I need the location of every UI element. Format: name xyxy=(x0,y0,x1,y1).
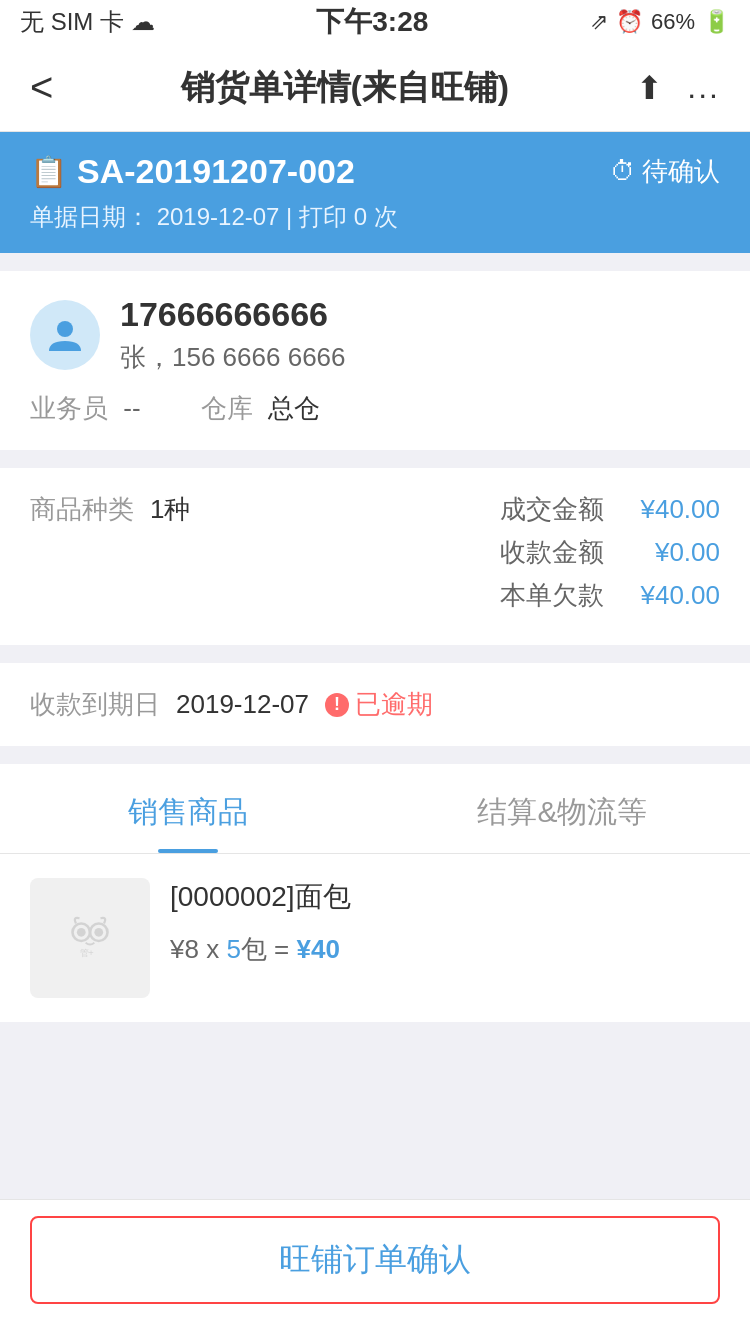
order-banner: 📋 SA-20191207-002 ⏱ 待确认 单据日期： 2019-12-07… xyxy=(0,132,750,253)
customer-info: 17666666666 张，156 6666 6666 xyxy=(120,295,346,375)
overdue-text: 已逾期 xyxy=(355,687,433,722)
amount-summary: 成交金额 ¥40.00 收款金额 ¥0.00 本单欠款 ¥40.00 xyxy=(500,492,720,621)
nav-bar: < 销货单详情(来自旺铺) ⬆ ... xyxy=(0,44,750,132)
status-time: 下午3:28 xyxy=(316,3,428,41)
order-banner-top: 📋 SA-20191207-002 ⏱ 待确认 xyxy=(30,152,720,191)
owed-amount-value: ¥40.00 xyxy=(620,580,720,611)
customer-row: 17666666666 张，156 6666 6666 xyxy=(30,295,720,375)
page-title: 销货单详情(来自旺铺) xyxy=(181,65,510,111)
bottom-space xyxy=(0,1022,750,1182)
more-icon[interactable]: ... xyxy=(687,69,720,106)
order-icon: 📋 xyxy=(30,154,67,189)
overdue-badge: ! 已逾期 xyxy=(325,687,433,722)
svg-point-4 xyxy=(94,927,103,936)
category-label: 商品种类 xyxy=(30,492,134,527)
alarm-icon: ⏰ xyxy=(616,9,643,35)
category-value: 1种 xyxy=(150,492,190,527)
summary-row: 商品种类 1种 成交金额 ¥40.00 收款金额 ¥0.00 本单欠款 ¥40.… xyxy=(30,492,720,621)
share-icon[interactable]: ⬆ xyxy=(636,69,663,107)
deal-amount-row: 成交金额 ¥40.00 xyxy=(500,492,720,527)
received-amount-value: ¥0.00 xyxy=(620,537,720,568)
product-item: 管+ [0000002]面包 ¥8 x 5包 = ¥40 xyxy=(0,854,750,1022)
svg-text:管+: 管+ xyxy=(80,947,94,957)
summary-card: 商品种类 1种 成交金额 ¥40.00 收款金额 ¥0.00 本单欠款 ¥40.… xyxy=(0,468,750,645)
status-bar: 无 SIM 卡 ☁ 下午3:28 ⇗ ⏰ 66% 🔋 xyxy=(0,0,750,44)
product-info: [0000002]面包 ¥8 x 5包 = ¥40 xyxy=(170,878,720,998)
product-thumbnail: 管+ xyxy=(30,878,150,998)
svg-point-0 xyxy=(57,321,73,337)
customer-card: 17666666666 张，156 6666 6666 业务员 -- 仓库 总仓 xyxy=(0,271,750,450)
salesman-field: 业务员 -- xyxy=(30,391,141,426)
back-button[interactable]: < xyxy=(30,65,53,110)
overdue-dot-icon: ! xyxy=(325,693,349,717)
order-id: 📋 SA-20191207-002 xyxy=(30,152,355,191)
nav-right-actions: ⬆ ... xyxy=(636,69,720,107)
sim-status: 无 SIM 卡 ☁ xyxy=(20,6,155,38)
warehouse-field: 仓库 总仓 xyxy=(201,391,320,426)
price-label: ¥8 x xyxy=(170,934,226,964)
confirm-order-button[interactable]: 旺铺订单确认 xyxy=(30,1216,720,1304)
payment-due-label: 收款到期日 xyxy=(30,687,160,722)
owed-amount-row: 本单欠款 ¥40.00 xyxy=(500,578,720,613)
tabs-header: 销售商品 结算&物流等 xyxy=(0,764,750,854)
location-icon: ⇗ xyxy=(590,9,608,35)
received-amount-row: 收款金额 ¥0.00 xyxy=(500,535,720,570)
battery-status: 66% xyxy=(651,9,695,35)
product-total: ¥40 xyxy=(296,934,339,964)
order-date: 单据日期： 2019-12-07 | 打印 0 次 xyxy=(30,201,720,233)
svg-point-3 xyxy=(77,927,86,936)
payment-due-date: 2019-12-07 xyxy=(176,689,309,720)
tab-products[interactable]: 销售商品 xyxy=(0,764,375,853)
customer-name: 张，156 6666 6666 xyxy=(120,340,346,375)
payment-due-card: 收款到期日 2019-12-07 ! 已逾期 xyxy=(0,663,750,746)
received-amount-label: 收款金额 xyxy=(500,535,604,570)
avatar xyxy=(30,300,100,370)
deal-amount-value: ¥40.00 xyxy=(620,494,720,525)
warehouse-label: 仓库 xyxy=(201,393,253,423)
salesman-label: 业务员 xyxy=(30,393,108,423)
product-price: ¥8 x 5包 = ¥40 xyxy=(170,932,720,967)
tabs-container: 销售商品 结算&物流等 管+ [0000002]面包 xyxy=(0,764,750,1022)
product-name: [0000002]面包 xyxy=(170,878,720,916)
tab-settlement[interactable]: 结算&物流等 xyxy=(375,764,750,853)
bottom-bar: 旺铺订单确认 xyxy=(0,1199,750,1334)
customer-phone: 17666666666 xyxy=(120,295,346,334)
customer-meta: 业务员 -- 仓库 总仓 xyxy=(30,391,720,426)
warehouse-value: 总仓 xyxy=(268,393,320,423)
battery-icon: 🔋 xyxy=(703,9,730,35)
status-left: 无 SIM 卡 ☁ xyxy=(20,6,155,38)
status-right: ⇗ ⏰ 66% 🔋 xyxy=(590,9,730,35)
owed-amount-label: 本单欠款 xyxy=(500,578,604,613)
category-info: 商品种类 1种 xyxy=(30,492,190,527)
product-qty: 5 xyxy=(226,934,240,964)
salesman-value: -- xyxy=(123,393,140,423)
deal-amount-label: 成交金额 xyxy=(500,492,604,527)
order-status: ⏱ 待确认 xyxy=(610,154,720,189)
clock-icon: ⏱ xyxy=(610,156,636,187)
